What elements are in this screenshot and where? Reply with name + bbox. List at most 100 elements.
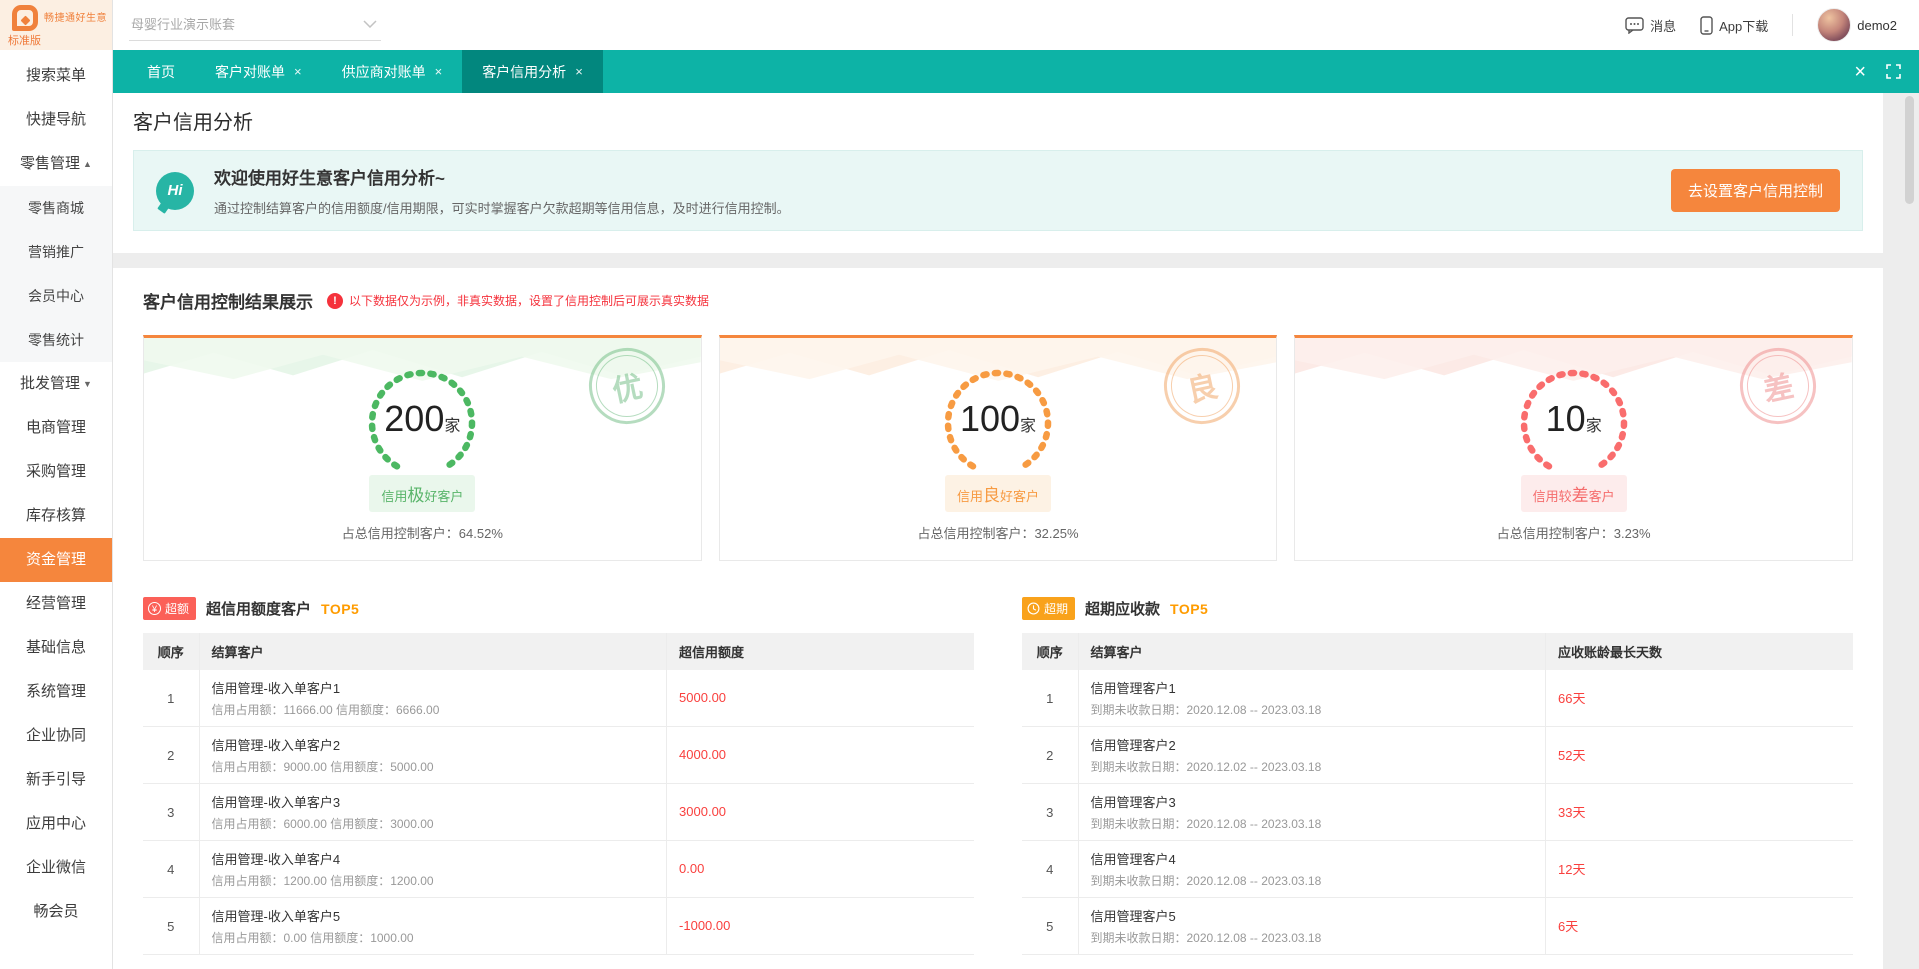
table-header: 顺序 结算客户 应收账龄最长天数 — [1022, 633, 1853, 670]
brand-logo-icon — [12, 5, 38, 31]
sidebar-subitem-1[interactable]: 营销推广 — [0, 230, 112, 274]
row-order: 3 — [1022, 783, 1078, 841]
app-download-button[interactable]: App下载 — [1700, 15, 1768, 35]
tab-close-icon[interactable]: × — [435, 64, 443, 79]
table-row: 4 信用管理客户4 到期未收款日期：2020.12.08 -- 2023.03.18… — [1022, 840, 1853, 898]
row-order: 4 — [143, 840, 199, 898]
sidebar-item-label: 库存核算 — [25, 507, 86, 524]
tab-label: 客户信用分析 — [482, 63, 567, 80]
app-window: 畅捷通好生意 标准版 搜索菜单 快捷导航 零售管理 ▲ 零售商城 营销推广 会员中心 零售统计… — [0, 0, 1919, 969]
table-head: ¥ 超额 超信用额度客户 TOP5 — [143, 597, 974, 620]
customer-cell: 信用管理-收入单客户3 信用占用额：6000.00 信用额度：3000.00 — [198, 783, 667, 841]
username: demo2 — [1857, 17, 1897, 33]
badge-post: 好客户 — [1000, 489, 1040, 504]
account-selector[interactable]: 母婴行业演示账套 — [129, 9, 381, 41]
badge-pre: 信用 — [956, 489, 983, 504]
value-cell: 0.00 — [666, 840, 974, 898]
sidebar-item-4[interactable]: 电商管理 — [0, 406, 112, 450]
sidebar-item-label: 基础信息 — [25, 639, 86, 656]
table-head: 超期 超期应收款 TOP5 — [1022, 597, 1853, 620]
customer-cell: 信用管理-收入单客户4 信用占用额：1200.00 信用额度：1200.00 — [198, 840, 667, 898]
tab-label: 客户对账单 — [215, 63, 285, 80]
tab-2[interactable]: 供应商对账单 × — [322, 50, 463, 93]
sidebar-item-label: 电商管理 — [25, 419, 86, 436]
credit-gauge: 10家 — [1509, 358, 1639, 488]
sidebar-item-3[interactable]: 批发管理 ▼ — [0, 362, 112, 406]
customer-detail: 信用占用额：11666.00 信用额度：6666.00 — [211, 703, 440, 717]
banner-title: 欢迎使用好生意客户信用分析~ — [214, 169, 445, 188]
table-row: 1 信用管理客户1 到期未收款日期：2020.12.08 -- 2023.03.18… — [1022, 670, 1853, 727]
table-top5-label: TOP5 — [321, 600, 360, 617]
row-order: 3 — [143, 783, 199, 841]
table-badge-label: 超期 — [1044, 602, 1069, 616]
close-all-tabs-icon[interactable]: × — [1854, 62, 1866, 82]
tab-0[interactable]: 首页 — [127, 50, 195, 93]
fullscreen-icon[interactable] — [1886, 64, 1901, 79]
messages-label: 消息 — [1650, 18, 1677, 34]
row-order: 1 — [1022, 670, 1078, 727]
column-header: 超信用额度 — [666, 633, 974, 670]
table-row: 5 信用管理-收入单客户5 信用占用额：0.00 信用额度：1000.00 -1000… — [143, 897, 974, 955]
topbar-divider — [1792, 14, 1794, 36]
table: 顺序 结算客户 应收账龄最长天数 1 信用管理客户1 到期未收款日期：2020.12.08… — [1022, 633, 1853, 955]
banner-subtitle: 通过控制结算客户的信用额度/信用期限，可实时掌握客户欠款超期等信用信息，及时进行… — [214, 201, 790, 216]
share-of-total: 占总信用控制客户：64.52% — [341, 526, 503, 541]
sidebar-item-5[interactable]: 采购管理 — [0, 450, 112, 494]
sidebar-item-10[interactable]: 系统管理 — [0, 670, 112, 714]
sidebar-item-14[interactable]: 企业微信 — [0, 846, 112, 890]
sidebar-item-2[interactable]: 零售管理 ▲ — [0, 142, 112, 186]
tab-close-icon[interactable]: × — [575, 64, 583, 79]
chevron-up-icon: ▲ — [83, 159, 92, 169]
row-order: 5 — [1022, 897, 1078, 955]
account-selector-value: 母婴行业演示账套 — [131, 17, 236, 32]
row-order: 1 — [143, 670, 199, 727]
hi-bubble-icon: Hi — [156, 171, 194, 210]
customer-detail: 到期未收款日期：2020.12.08 -- 2023.03.18 — [1090, 874, 1322, 888]
sidebar-submenu: 零售商城 营销推广 会员中心 零售统计 — [0, 186, 112, 362]
credit-gauge: 100家 — [933, 358, 1063, 488]
sidebar-item-15[interactable]: 畅会员 — [0, 890, 112, 934]
sidebar-item-label: 畅会员 — [33, 903, 79, 920]
brand-logo-box[interactable]: 畅捷通好生意 标准版 — [0, 0, 112, 50]
sidebar-item-0[interactable]: 搜索菜单 — [0, 54, 112, 98]
sidebar-item-11[interactable]: 企业协同 — [0, 714, 112, 758]
customer-count: 10 — [1545, 397, 1586, 439]
column-header: 结算客户 — [198, 633, 667, 670]
sidebar-subitem-3[interactable]: 零售统计 — [0, 318, 112, 362]
tab-close-icon[interactable]: × — [294, 64, 302, 79]
table-header-row: 顺序 结算客户 超信用额度 — [143, 633, 974, 670]
table-row: 3 信用管理-收入单客户3 信用占用额：6000.00 信用额度：3000.00 30… — [143, 783, 974, 841]
brand-edition: 标准版 — [8, 35, 41, 47]
sidebar-item-1[interactable]: 快捷导航 — [0, 98, 112, 142]
sidebar-subitem-2[interactable]: 会员中心 — [0, 274, 112, 318]
badge-pre: 信用 — [381, 489, 408, 504]
sidebar-subitem-0[interactable]: 零售商城 — [0, 186, 112, 230]
badge-emphasis: 差 — [1571, 486, 1589, 505]
user-menu[interactable]: demo2 — [1817, 8, 1897, 42]
tab-1[interactable]: 客户对账单 × — [195, 50, 322, 93]
credit-grade-badge: 信用较差客户 — [1520, 475, 1627, 512]
vertical-scrollbar[interactable] — [1905, 96, 1914, 204]
clock-icon — [1027, 602, 1040, 615]
grade-stamp-char: 差 — [1760, 370, 1797, 409]
setup-credit-control-button[interactable]: 去设置客户信用控制 — [1670, 169, 1840, 212]
tab-3[interactable]: 客户信用分析 × — [462, 50, 603, 93]
over-value: 12天 — [1558, 862, 1586, 877]
customer-detail: 到期未收款日期：2020.12.08 -- 2023.03.18 — [1090, 931, 1322, 945]
sidebar-item-8[interactable]: 经营管理 — [0, 582, 112, 626]
sidebar-item-7[interactable]: 资金管理 — [0, 538, 112, 582]
table-row: 2 信用管理-收入单客户2 信用占用额：9000.00 信用额度：5000.00 40… — [143, 726, 974, 784]
brand-name: 畅捷通好生意 — [44, 13, 107, 24]
sidebar-item-6[interactable]: 库存核算 — [0, 494, 112, 538]
page-header-block: 客户信用分析 Hi 欢迎使用好生意客户信用分析~ 通过控制结算客户的信用额度/信… — [113, 93, 1883, 253]
avatar — [1817, 8, 1852, 42]
over-value: 3000.00 — [679, 804, 727, 819]
customer-cell: 信用管理客户5 到期未收款日期：2020.12.08 -- 2023.03.18 — [1077, 897, 1546, 955]
credit-cards: 优 200家 信用极好客户 占总信用控制客户：64.52% 良 100家 信用良… — [143, 335, 1854, 561]
sidebar-item-13[interactable]: 应用中心 — [0, 802, 112, 846]
sidebar-item-12[interactable]: 新手引导 — [0, 758, 112, 802]
value-cell: 52天 — [1545, 726, 1853, 784]
sidebar-item-9[interactable]: 基础信息 — [0, 626, 112, 670]
messages-button[interactable]: 消息 — [1625, 16, 1676, 35]
customer-count: 200 — [384, 397, 445, 439]
